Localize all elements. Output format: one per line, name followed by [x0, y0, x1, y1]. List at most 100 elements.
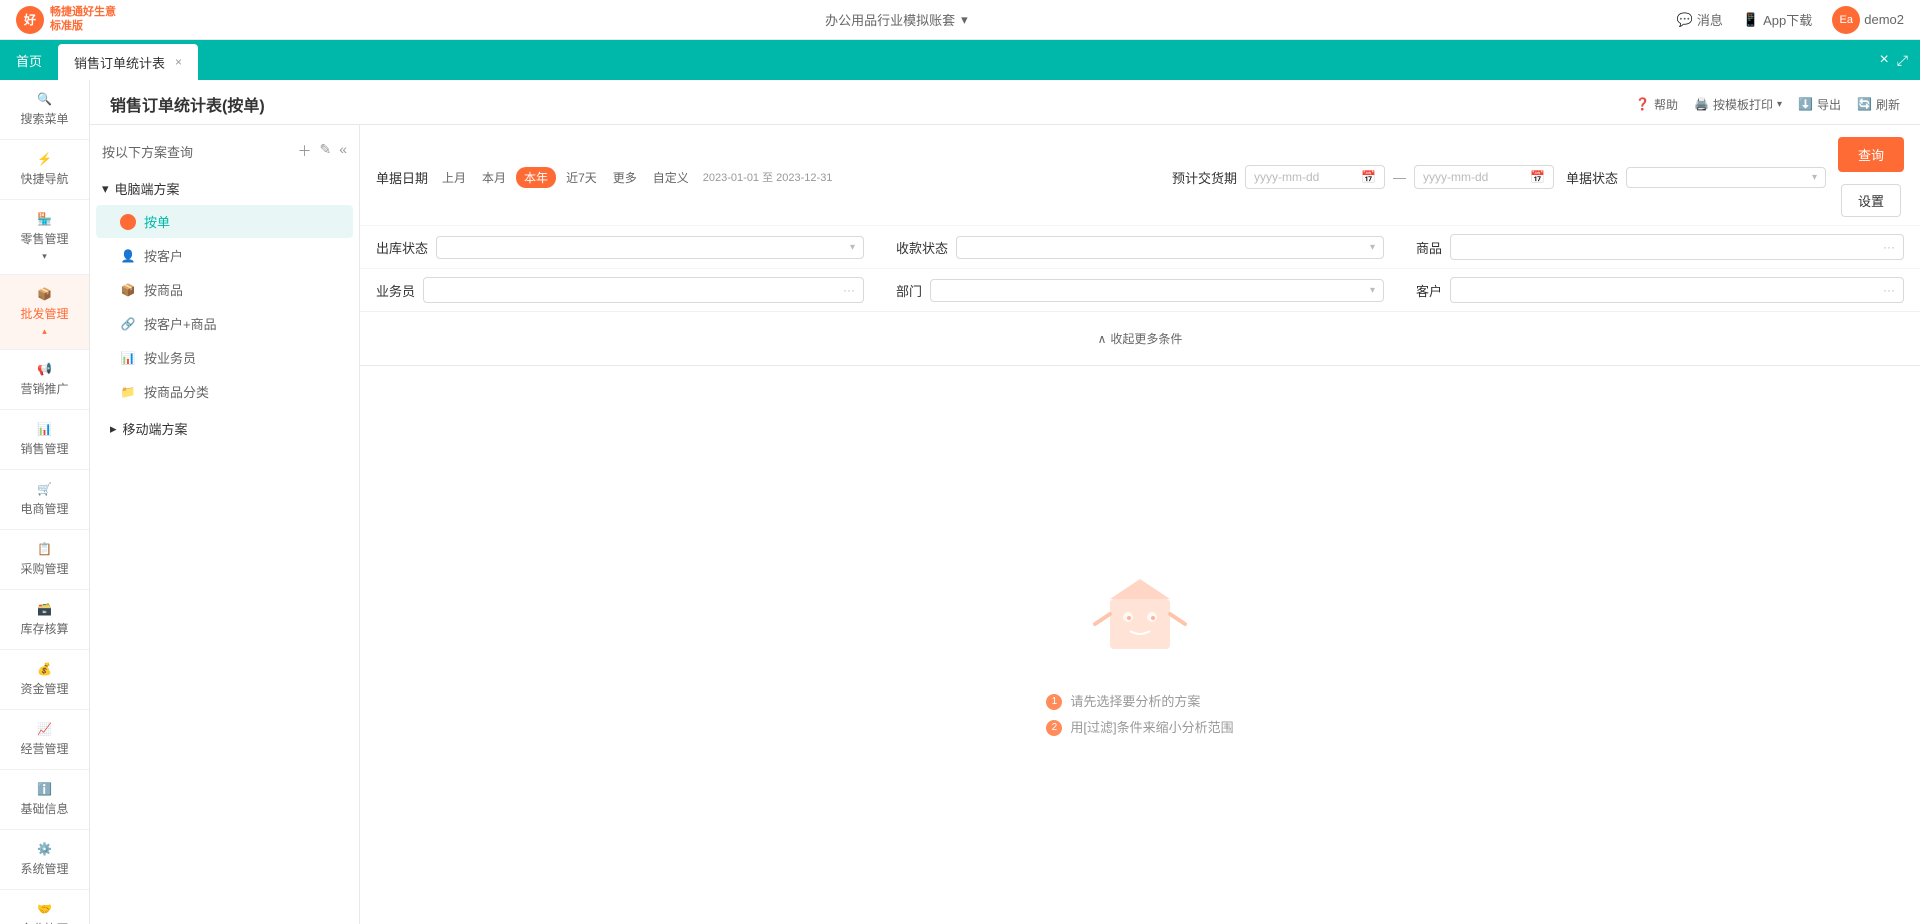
scheme-by-customer[interactable]: 👤 按客户: [96, 239, 353, 272]
sidebar: 🔍 搜索菜单 ⚡ 快捷导航 🏪 零售管理 ▾ 📦 批发管理 ▴ 📢 营销推广 📊…: [0, 80, 90, 924]
sidebar-item-inventory[interactable]: 🗃️ 库存核算: [0, 590, 89, 650]
goods-input[interactable]: ···: [1450, 234, 1904, 260]
logo-area: 好 畅捷通好生意 标准版: [16, 6, 116, 34]
add-scheme-icon[interactable]: ＋: [297, 141, 311, 161]
collapse-panel-icon[interactable]: «: [339, 141, 347, 161]
basic-info-icon: ℹ️: [37, 782, 52, 796]
user-menu[interactable]: Ea demo2: [1832, 6, 1904, 34]
query-button[interactable]: 查询: [1838, 137, 1904, 172]
topbar-left: 好 畅捷通好生意 标准版: [16, 6, 116, 34]
date-btn-7days[interactable]: 近7天: [560, 167, 603, 188]
department-cell: 部门 ▾: [880, 269, 1400, 311]
sidebar-item-operations[interactable]: 📈 经营管理: [0, 710, 89, 770]
sidebar-item-ecommerce[interactable]: 🛒 电商管理: [0, 470, 89, 530]
mobile-solutions-group: ▸ 移动端方案: [90, 413, 359, 444]
window-close-icon[interactable]: ×: [1879, 51, 1888, 69]
sidebar-item-basic-info[interactable]: ℹ️ 基础信息: [0, 770, 89, 830]
template-print-btn[interactable]: 🖨️ 按模板打印 ▾: [1694, 96, 1782, 113]
window-maximize-icon[interactable]: ⤢: [1897, 52, 1908, 69]
date-btn-this-month[interactable]: 本月: [476, 167, 512, 188]
export-btn[interactable]: ⬇️ 导出: [1798, 96, 1841, 113]
empty-state: 1 请先选择要分析的方案 2 用[过滤]条件来缩小分析范围: [360, 366, 1920, 924]
scheme-by-salesman[interactable]: 📊 按业务员: [96, 341, 353, 374]
refresh-btn[interactable]: 🔄 刷新: [1857, 96, 1900, 113]
edit-scheme-icon[interactable]: ✎: [319, 141, 331, 161]
scheme-by-customer-goods[interactable]: 🔗 按客户+商品: [96, 307, 353, 340]
sidebar-item-purchase[interactable]: 📋 采购管理: [0, 530, 89, 590]
department-arrow: ▾: [1370, 285, 1375, 296]
settings-button[interactable]: 设置: [1841, 184, 1901, 217]
app-download-btn[interactable]: 📱 App下载: [1743, 10, 1812, 29]
scheme-by-goods-category[interactable]: 📁 按商品分类: [96, 375, 353, 408]
sidebar-item-sales-mgmt[interactable]: 📊 销售管理: [0, 410, 89, 470]
left-panel-title: 按以下方案查询: [102, 142, 193, 161]
date-filter-group: 单据日期 上月 本月 本年 近7天 更多 自定义 2023-01-01 至 20…: [376, 167, 832, 188]
salesman-label: 业务员: [376, 281, 415, 300]
empty-illustration: [1080, 549, 1200, 669]
collapse-row: ∧ 收起更多条件: [360, 311, 1920, 365]
goods-dots: ···: [1883, 240, 1895, 254]
logo-text: 畅捷通好生意 标准版: [50, 6, 116, 32]
left-panel-icons: ＋ ✎ «: [297, 141, 347, 161]
tab-sales-order-stats[interactable]: 销售订单统计表 ×: [58, 44, 198, 80]
tip1-number: 1: [1046, 694, 1062, 710]
customer-input[interactable]: ···: [1450, 277, 1904, 303]
date-btn-custom[interactable]: 自定义: [647, 167, 695, 188]
topbar-right: 💬 消息 📱 App下载 Ea demo2: [1677, 6, 1904, 34]
payment-status-label: 收款状态: [896, 238, 948, 257]
date-btn-last-month[interactable]: 上月: [436, 167, 472, 188]
sidebar-item-wholesale-mgmt[interactable]: 📦 批发管理 ▴: [0, 275, 89, 350]
out-status-select[interactable]: ▾: [436, 236, 864, 259]
print-arrow-icon: ▾: [1777, 99, 1782, 110]
page-actions: ❓ 帮助 🖨️ 按模板打印 ▾ ⬇️ 导出 🔄 刷新: [1635, 96, 1900, 113]
sidebar-item-quick-nav[interactable]: ⚡ 快捷导航: [0, 140, 89, 200]
message-icon: 💬: [1677, 12, 1693, 28]
page-title: 销售订单统计表(按单): [110, 92, 265, 116]
by-goods-category-icon: 📁: [120, 384, 136, 400]
calendar-start-icon: 📅: [1361, 170, 1376, 184]
mobile-solutions-header[interactable]: ▸ 移动端方案: [90, 413, 359, 444]
date-start-placeholder: yyyy-mm-dd: [1254, 170, 1319, 184]
expected-date-end[interactable]: yyyy-mm-dd 📅: [1414, 165, 1554, 189]
empty-tip-1: 1 请先选择要分析的方案: [1046, 689, 1233, 715]
sidebar-item-search-menu[interactable]: 🔍 搜索菜单: [0, 80, 89, 140]
payment-status-select[interactable]: ▾: [956, 236, 1384, 259]
right-panel: 单据日期 上月 本月 本年 近7天 更多 自定义 2023-01-01 至 20…: [360, 125, 1920, 924]
date-btn-more[interactable]: 更多: [607, 167, 643, 188]
app-title[interactable]: 办公用品行业模拟账套 ▾: [825, 10, 968, 29]
sidebar-item-enterprise[interactable]: 🤝 企业协同: [0, 890, 89, 924]
payment-status-cell: 收款状态 ▾: [880, 226, 1400, 268]
collapse-icon: ∧: [1098, 332, 1107, 346]
filter-top-row: 单据日期 上月 本月 本年 近7天 更多 自定义 2023-01-01 至 20…: [360, 125, 1920, 225]
left-panel: 按以下方案查询 ＋ ✎ « ▾ 电脑端方案 按 按单: [90, 125, 360, 924]
date-btn-this-year[interactable]: 本年: [516, 167, 556, 188]
collapse-btn[interactable]: ∧ 收起更多条件: [370, 322, 1910, 355]
sidebar-item-retail-mgmt[interactable]: 🏪 零售管理 ▾: [0, 200, 89, 275]
print-icon: 🖨️: [1694, 97, 1709, 111]
out-status-cell: 出库状态 ▾: [360, 226, 880, 268]
mobile-expand-icon: ▸: [110, 421, 117, 437]
inventory-icon: 🗃️: [37, 602, 52, 616]
help-btn[interactable]: ❓ 帮助: [1635, 96, 1678, 113]
pc-solutions-header[interactable]: ▾ 电脑端方案: [90, 173, 359, 204]
expected-date-group: 预计交货期 yyyy-mm-dd 📅 — yyyy-mm-dd 📅: [1172, 165, 1554, 189]
goods-cell: 商品 ···: [1400, 226, 1920, 268]
sidebar-item-system[interactable]: ⚙️ 系统管理: [0, 830, 89, 890]
scheme-by-order[interactable]: 按 按单: [96, 205, 353, 238]
sidebar-item-marketing[interactable]: 📢 营销推广: [0, 350, 89, 410]
tab-close-icon[interactable]: ×: [175, 55, 182, 69]
department-select[interactable]: ▾: [930, 279, 1384, 302]
tab-home[interactable]: 首页: [0, 40, 58, 80]
ecommerce-icon: 🛒: [37, 482, 52, 496]
sidebar-item-finance[interactable]: 💰 资金管理: [0, 650, 89, 710]
purchase-icon: 📋: [37, 542, 52, 556]
system-icon: ⚙️: [37, 842, 52, 856]
content-area: 销售订单统计表(按单) ❓ 帮助 🖨️ 按模板打印 ▾ ⬇️ 导出 🔄 刷新: [90, 80, 1920, 924]
doc-status-select[interactable]: ▾: [1626, 167, 1826, 188]
date-options: 上月 本月 本年 近7天 更多 自定义: [436, 167, 695, 188]
message-btn[interactable]: 💬 消息: [1677, 10, 1723, 29]
expected-date-start[interactable]: yyyy-mm-dd 📅: [1245, 165, 1385, 189]
scheme-by-goods[interactable]: 📦 按商品: [96, 273, 353, 306]
salesman-input[interactable]: ···: [423, 277, 864, 303]
date-dash: —: [1393, 170, 1406, 185]
